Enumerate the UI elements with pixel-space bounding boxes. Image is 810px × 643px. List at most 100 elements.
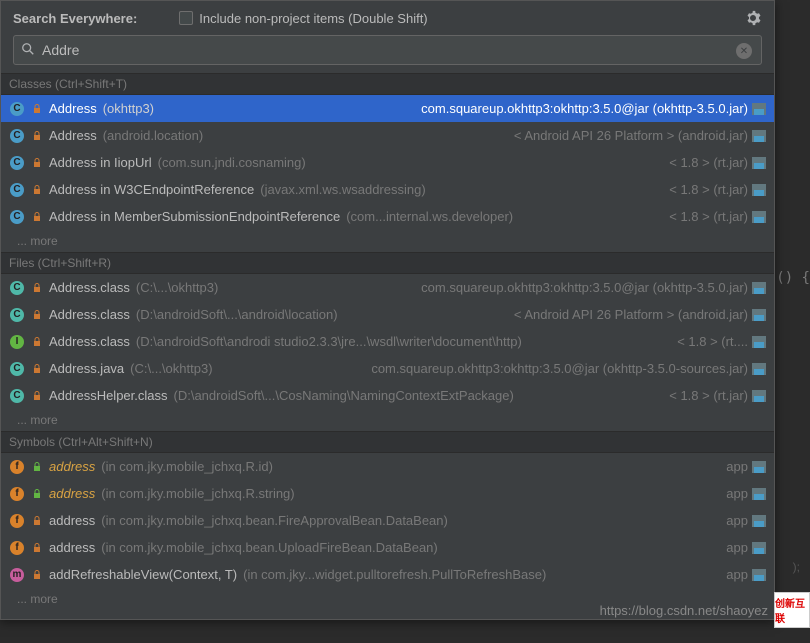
- watermark-url: https://blog.csdn.net/shaoyez: [600, 603, 768, 618]
- type-icon: C: [9, 101, 25, 117]
- result-name: Address in IiopUrl: [49, 155, 152, 170]
- type-icon: m: [9, 567, 25, 583]
- type-icon: C: [9, 209, 25, 225]
- popup-title: Search Everywhere:: [13, 11, 137, 26]
- lock-icon: [29, 280, 45, 296]
- library-icon: [752, 130, 766, 142]
- result-row[interactable]: C Address (android.location) < Android API…: [1, 122, 774, 149]
- type-icon: C: [9, 280, 25, 296]
- result-name: address: [49, 459, 95, 474]
- library-icon: [752, 211, 766, 223]
- result-row[interactable]: CAddress in IiopUrl (com.sun.jndi.cosnam…: [1, 149, 774, 176]
- lock-icon: [29, 101, 45, 117]
- result-row[interactable]: faddress (in com.jky.mobile_jchxq.R.stri…: [1, 480, 774, 507]
- include-nonproject-checkbox[interactable]: Include non-project items (Double Shift): [179, 11, 427, 26]
- result-name: Address.class: [49, 334, 130, 349]
- result-name: AddressHelper.class: [49, 388, 168, 403]
- type-icon: C: [9, 361, 25, 377]
- result-name: address: [49, 540, 95, 555]
- library-icon: [752, 515, 766, 527]
- result-location: com.squareup.okhttp3:okhttp:3.5.0@jar (o…: [421, 280, 766, 295]
- watermark: https://blog.csdn.net/shaoyez 创新互联: [600, 592, 810, 628]
- lock-icon: [29, 540, 45, 556]
- lock-icon: [29, 388, 45, 404]
- lock-icon: [29, 155, 45, 171]
- lock-icon: [29, 567, 45, 583]
- lock-icon: [29, 334, 45, 350]
- type-icon: C: [9, 128, 25, 144]
- result-row[interactable]: CAddressHelper.class (D:\androidSoft\...…: [1, 382, 774, 409]
- result-row[interactable]: C Address.class (C:\...\okhttp3) com.squar…: [1, 274, 774, 301]
- result-row[interactable]: faddress (in com.jky.mobile_jchxq.bean.U…: [1, 534, 774, 561]
- watermark-logo: 创新互联: [774, 592, 810, 628]
- result-context: (in com.jky.mobile_jchxq.R.string): [101, 486, 294, 501]
- result-context: (javax.xml.ws.wsaddressing): [260, 182, 425, 197]
- type-icon: I: [9, 334, 25, 350]
- result-name: Address.class: [49, 307, 130, 322]
- library-icon: [752, 390, 766, 402]
- result-context: (android.location): [103, 128, 203, 143]
- result-name: Address: [49, 128, 97, 143]
- search-row: ✕: [1, 35, 774, 73]
- clear-icon[interactable]: ✕: [736, 43, 752, 59]
- library-icon: [752, 282, 766, 294]
- type-icon: f: [9, 459, 25, 475]
- library-icon: [752, 488, 766, 500]
- lock-icon: [29, 307, 45, 323]
- result-location: < 1.8 > (rt.jar): [669, 209, 766, 224]
- result-location: < 1.8 > (rt.jar): [669, 182, 766, 197]
- result-location: < Android API 26 Platform > (android.jar…: [514, 128, 766, 143]
- gear-icon[interactable]: [744, 9, 762, 27]
- library-icon: [752, 157, 766, 169]
- library-icon: [752, 569, 766, 581]
- lock-icon: [29, 182, 45, 198]
- result-context: (in com.jky...widget.pulltorefresh.PullT…: [243, 567, 546, 582]
- result-context: (D:\androidSoft\androdi studio2.3.3\jre.…: [136, 334, 522, 349]
- result-name: Address.class: [49, 280, 130, 295]
- result-context: (C:\...\okhttp3): [136, 280, 218, 295]
- result-location: app: [726, 486, 766, 501]
- result-context: (C:\...\okhttp3): [130, 361, 212, 376]
- result-context: (okhttp3): [103, 101, 154, 116]
- lock-icon: [29, 486, 45, 502]
- result-row[interactable]: I Address.class (D:\androidSoft\androdi s…: [1, 328, 774, 355]
- result-location: app: [726, 540, 766, 555]
- result-context: (in com.jky.mobile_jchxq.bean.UploadFire…: [101, 540, 438, 555]
- lock-icon: [29, 459, 45, 475]
- result-row[interactable]: maddRefreshableView(Context, T) (in com.…: [1, 561, 774, 588]
- result-location: app: [726, 459, 766, 474]
- result-location: com.squareup.okhttp3:okhttp:3.5.0@jar (o…: [421, 101, 766, 116]
- result-name: Address in W3CEndpointReference: [49, 182, 254, 197]
- result-row[interactable]: faddress (in com.jky.mobile_jchxq.bean.F…: [1, 507, 774, 534]
- result-row[interactable]: C Address in W3CEndpointReference (javax.…: [1, 176, 774, 203]
- result-row[interactable]: CAddress (okhttp3)com.squareup.okhttp3:o…: [1, 95, 774, 122]
- popup-header: Search Everywhere: Include non-project i…: [1, 1, 774, 35]
- library-icon: [752, 103, 766, 115]
- type-icon: C: [9, 182, 25, 198]
- section-header-classes: Classes (Ctrl+Shift+T): [1, 73, 774, 95]
- checkbox-label: Include non-project items (Double Shift): [199, 11, 427, 26]
- type-icon: f: [9, 513, 25, 529]
- result-context: (D:\androidSoft\...\CosNaming\NamingCont…: [174, 388, 514, 403]
- search-everywhere-popup: Search Everywhere: Include non-project i…: [0, 0, 775, 620]
- result-context: (com.sun.jndi.cosnaming): [158, 155, 306, 170]
- library-icon: [752, 542, 766, 554]
- lock-icon: [29, 209, 45, 225]
- result-row[interactable]: CAddress in MemberSubmissionEndpointRefe…: [1, 203, 774, 230]
- result-location: com.squareup.okhttp3:okhttp:3.5.0@jar (o…: [371, 361, 766, 376]
- result-row[interactable]: CAddress.class (D:\androidSoft\...\andro…: [1, 301, 774, 328]
- result-name: address: [49, 513, 95, 528]
- type-icon: f: [9, 486, 25, 502]
- result-location: < 1.8 > (rt.jar): [669, 388, 766, 403]
- search-icon: [21, 42, 35, 59]
- result-row[interactable]: CAddress.java (C:\...\okhttp3)com.square…: [1, 355, 774, 382]
- background-code-2: );: [793, 560, 800, 574]
- more-classes[interactable]: ... more: [1, 230, 774, 252]
- result-row[interactable]: f address (in com.jky.mobile_jchxq.R.id) a…: [1, 453, 774, 480]
- result-context: (in com.jky.mobile_jchxq.R.id): [101, 459, 273, 474]
- lock-icon: [29, 128, 45, 144]
- more-files[interactable]: ... more: [1, 409, 774, 431]
- result-location: < 1.8 > (rt.jar): [669, 155, 766, 170]
- search-input[interactable]: [13, 35, 762, 65]
- checkbox-icon: [179, 11, 193, 25]
